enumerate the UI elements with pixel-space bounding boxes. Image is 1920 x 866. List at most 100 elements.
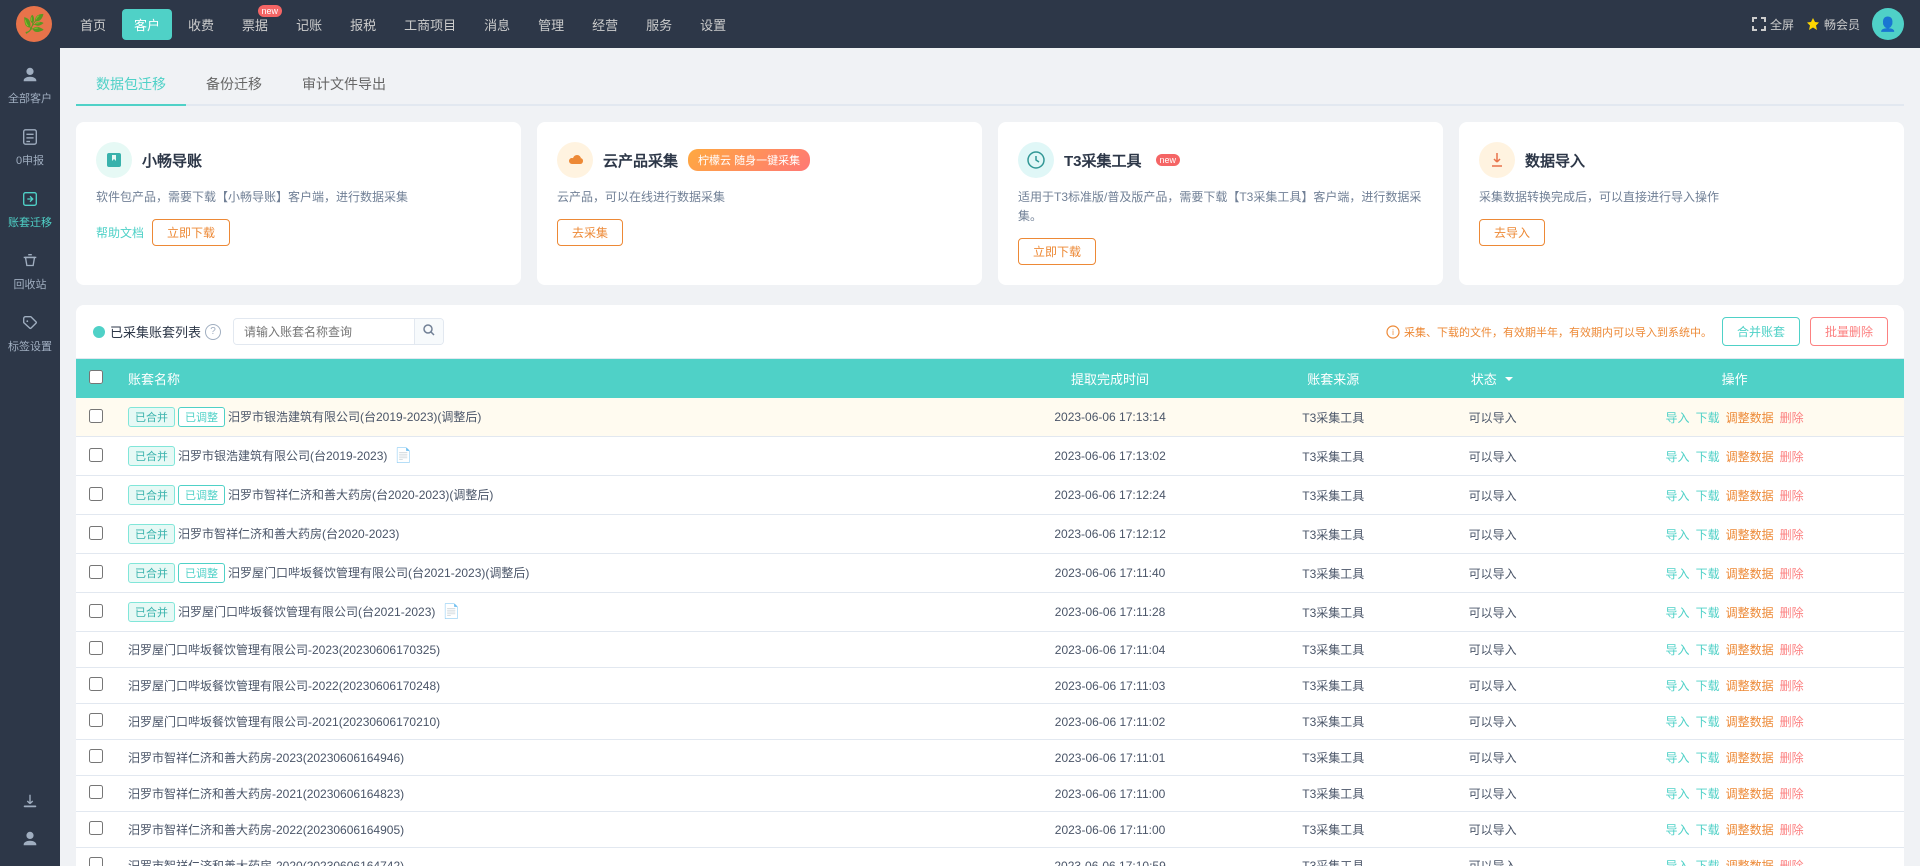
- member-btn[interactable]: 畅会员: [1806, 16, 1860, 33]
- card4-import-btn[interactable]: 去导入: [1479, 219, 1545, 246]
- action-导入[interactable]: 导入: [1666, 787, 1690, 801]
- batch-delete-btn[interactable]: 批量删除: [1810, 317, 1888, 346]
- action-下载[interactable]: 下载: [1696, 643, 1720, 657]
- nav-item-customer[interactable]: 客户: [122, 9, 172, 40]
- nav-item-tax[interactable]: 报税: [338, 9, 388, 40]
- action-删除[interactable]: 删除: [1780, 859, 1804, 866]
- action-导入[interactable]: 导入: [1666, 823, 1690, 837]
- sidebar-item-recycle[interactable]: 回收站: [4, 242, 56, 300]
- row-checkbox-8[interactable]: [89, 713, 103, 727]
- action-调整数据[interactable]: 调整数据: [1726, 643, 1774, 657]
- action-删除[interactable]: 删除: [1780, 643, 1804, 657]
- action-下载[interactable]: 下载: [1696, 679, 1720, 693]
- action-调整数据[interactable]: 调整数据: [1726, 606, 1774, 620]
- action-导入[interactable]: 导入: [1666, 679, 1690, 693]
- action-删除[interactable]: 删除: [1780, 606, 1804, 620]
- action-导入[interactable]: 导入: [1666, 411, 1690, 425]
- action-调整数据[interactable]: 调整数据: [1726, 411, 1774, 425]
- action-调整数据[interactable]: 调整数据: [1726, 528, 1774, 542]
- action-导入[interactable]: 导入: [1666, 528, 1690, 542]
- action-删除[interactable]: 删除: [1780, 787, 1804, 801]
- merge-accounts-btn[interactable]: 合并账套: [1722, 317, 1800, 346]
- search-input[interactable]: [234, 320, 414, 344]
- action-下载[interactable]: 下载: [1696, 450, 1720, 464]
- card1-help-link[interactable]: 帮助文档: [96, 224, 144, 241]
- nav-item-operation[interactable]: 经营: [580, 9, 630, 40]
- fullscreen-btn[interactable]: 全屏: [1752, 16, 1794, 33]
- nav-item-service[interactable]: 服务: [634, 9, 684, 40]
- help-icon[interactable]: ?: [205, 324, 221, 340]
- action-删除[interactable]: 删除: [1780, 411, 1804, 425]
- nav-item-fee[interactable]: 收费: [176, 9, 226, 40]
- card1-download-btn[interactable]: 立即下载: [152, 219, 230, 246]
- sidebar-item-tagsettings[interactable]: 标签设置: [4, 304, 56, 362]
- action-调整数据[interactable]: 调整数据: [1726, 679, 1774, 693]
- tab-datapackage[interactable]: 数据包迁移: [76, 64, 186, 106]
- action-调整数据[interactable]: 调整数据: [1726, 859, 1774, 866]
- sidebar-item-download[interactable]: [4, 782, 56, 820]
- action-下载[interactable]: 下载: [1696, 751, 1720, 765]
- tab-audit[interactable]: 审计文件导出: [282, 64, 406, 106]
- user-avatar[interactable]: 👤: [1872, 8, 1904, 40]
- action-导入[interactable]: 导入: [1666, 751, 1690, 765]
- action-导入[interactable]: 导入: [1666, 606, 1690, 620]
- nav-item-message[interactable]: 消息: [472, 9, 522, 40]
- action-导入[interactable]: 导入: [1666, 567, 1690, 581]
- row-checkbox-7[interactable]: [89, 677, 103, 691]
- row-checkbox-1[interactable]: [89, 448, 103, 462]
- action-删除[interactable]: 删除: [1780, 567, 1804, 581]
- action-调整数据[interactable]: 调整数据: [1726, 715, 1774, 729]
- action-下载[interactable]: 下载: [1696, 787, 1720, 801]
- nav-item-home[interactable]: 首页: [68, 9, 118, 40]
- sidebar-item-profile[interactable]: [4, 820, 56, 858]
- row-checkbox-9[interactable]: [89, 749, 103, 763]
- nav-item-bizproject[interactable]: 工商项目: [392, 9, 468, 40]
- row-checkbox-10[interactable]: [89, 785, 103, 799]
- action-下载[interactable]: 下载: [1696, 715, 1720, 729]
- action-导入[interactable]: 导入: [1666, 489, 1690, 503]
- action-调整数据[interactable]: 调整数据: [1726, 751, 1774, 765]
- action-导入[interactable]: 导入: [1666, 859, 1690, 866]
- action-导入[interactable]: 导入: [1666, 715, 1690, 729]
- action-删除[interactable]: 删除: [1780, 450, 1804, 464]
- action-调整数据[interactable]: 调整数据: [1726, 489, 1774, 503]
- tab-backup[interactable]: 备份迁移: [186, 64, 282, 106]
- search-button[interactable]: [414, 319, 443, 344]
- action-删除[interactable]: 删除: [1780, 715, 1804, 729]
- action-删除[interactable]: 删除: [1780, 751, 1804, 765]
- action-调整数据[interactable]: 调整数据: [1726, 823, 1774, 837]
- row-checkbox-3[interactable]: [89, 526, 103, 540]
- sidebar-item-allcustomers[interactable]: 全部客户: [4, 56, 56, 114]
- action-导入[interactable]: 导入: [1666, 450, 1690, 464]
- card3-download-btn[interactable]: 立即下载: [1018, 238, 1096, 265]
- sidebar-item-zerodecl[interactable]: 0申报: [4, 118, 56, 176]
- row-checkbox-2[interactable]: [89, 487, 103, 501]
- select-all-checkbox[interactable]: [89, 370, 103, 384]
- action-删除[interactable]: 删除: [1780, 528, 1804, 542]
- action-删除[interactable]: 删除: [1780, 823, 1804, 837]
- card2-collect-btn[interactable]: 去采集: [557, 219, 623, 246]
- nav-item-manage[interactable]: 管理: [526, 9, 576, 40]
- action-调整数据[interactable]: 调整数据: [1726, 567, 1774, 581]
- row-checkbox-5[interactable]: [89, 604, 103, 618]
- action-下载[interactable]: 下载: [1696, 859, 1720, 866]
- row-checkbox-11[interactable]: [89, 821, 103, 835]
- action-下载[interactable]: 下载: [1696, 528, 1720, 542]
- nav-item-settings[interactable]: 设置: [688, 9, 738, 40]
- row-checkbox-12[interactable]: [89, 857, 103, 866]
- action-下载[interactable]: 下载: [1696, 411, 1720, 425]
- action-导入[interactable]: 导入: [1666, 643, 1690, 657]
- row-checkbox-4[interactable]: [89, 565, 103, 579]
- sidebar-item-migrate[interactable]: 账套迁移: [4, 180, 56, 238]
- nav-item-bookkeep[interactable]: 记账: [284, 9, 334, 40]
- row-checkbox-0[interactable]: [89, 409, 103, 423]
- action-删除[interactable]: 删除: [1780, 489, 1804, 503]
- action-调整数据[interactable]: 调整数据: [1726, 787, 1774, 801]
- action-删除[interactable]: 删除: [1780, 679, 1804, 693]
- action-下载[interactable]: 下载: [1696, 567, 1720, 581]
- action-下载[interactable]: 下载: [1696, 823, 1720, 837]
- action-调整数据[interactable]: 调整数据: [1726, 450, 1774, 464]
- nav-item-invoice[interactable]: 票据 new: [230, 9, 280, 40]
- action-下载[interactable]: 下载: [1696, 606, 1720, 620]
- action-下载[interactable]: 下载: [1696, 489, 1720, 503]
